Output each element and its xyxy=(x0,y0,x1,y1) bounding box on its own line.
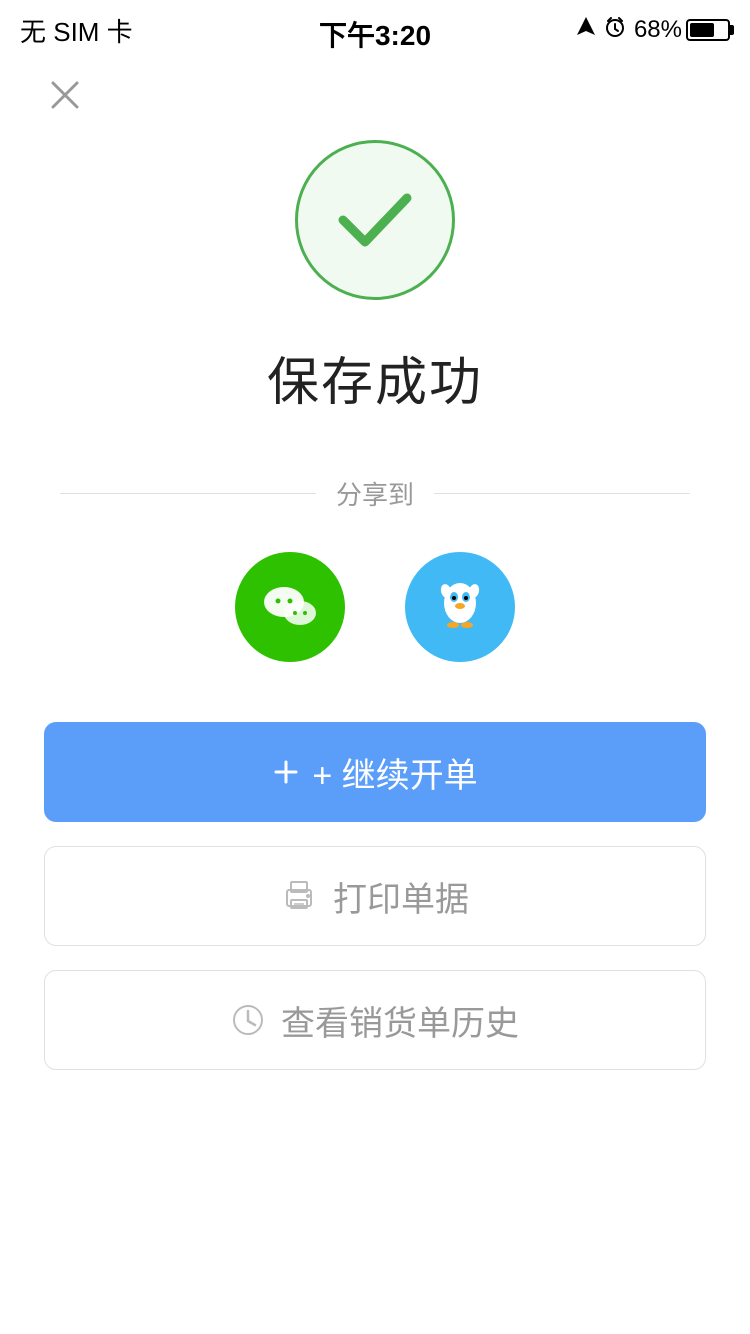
close-button[interactable] xyxy=(40,70,90,120)
carrier-text: 无 SIM 卡 xyxy=(20,12,133,49)
status-left: 无 SIM 卡 xyxy=(20,12,141,49)
clock-icon xyxy=(231,1003,265,1037)
main-content: 保存成功 分享到 xyxy=(0,60,750,1070)
battery-text: 68% xyxy=(634,16,682,44)
continue-button[interactable]: + 继续开单 xyxy=(44,722,706,822)
success-circle xyxy=(295,140,455,300)
status-right: 68% xyxy=(576,16,730,45)
continue-label: + 继续开单 xyxy=(312,748,477,797)
actions: + 继续开单 打印单据 xyxy=(0,722,750,1070)
divider-left xyxy=(60,493,316,494)
share-icons xyxy=(235,552,515,662)
divider-right xyxy=(434,493,690,494)
alarm-icon xyxy=(604,16,626,45)
share-section: 分享到 xyxy=(0,475,750,662)
wechat-share-button[interactable] xyxy=(235,552,345,662)
qq-share-button[interactable] xyxy=(405,552,515,662)
qq-icon xyxy=(428,575,493,640)
success-title: 保存成功 xyxy=(267,340,483,415)
battery-container: 68% xyxy=(634,16,730,44)
battery-icon xyxy=(686,19,730,41)
print-label: 打印单据 xyxy=(333,872,469,921)
history-button[interactable]: 查看销货单历史 xyxy=(44,970,706,1070)
print-button[interactable]: 打印单据 xyxy=(44,846,706,946)
printer-icon xyxy=(281,880,317,912)
status-time: 下午3:20 xyxy=(319,14,431,54)
wechat-icon xyxy=(258,580,323,635)
location-icon xyxy=(576,16,596,45)
share-label: 分享到 xyxy=(336,475,414,512)
history-label: 查看销货单历史 xyxy=(281,996,519,1045)
share-divider: 分享到 xyxy=(0,475,750,512)
status-bar: 无 SIM 卡 下午3:20 xyxy=(0,0,750,60)
plus-icon xyxy=(272,758,300,786)
checkmark-icon xyxy=(335,190,415,250)
